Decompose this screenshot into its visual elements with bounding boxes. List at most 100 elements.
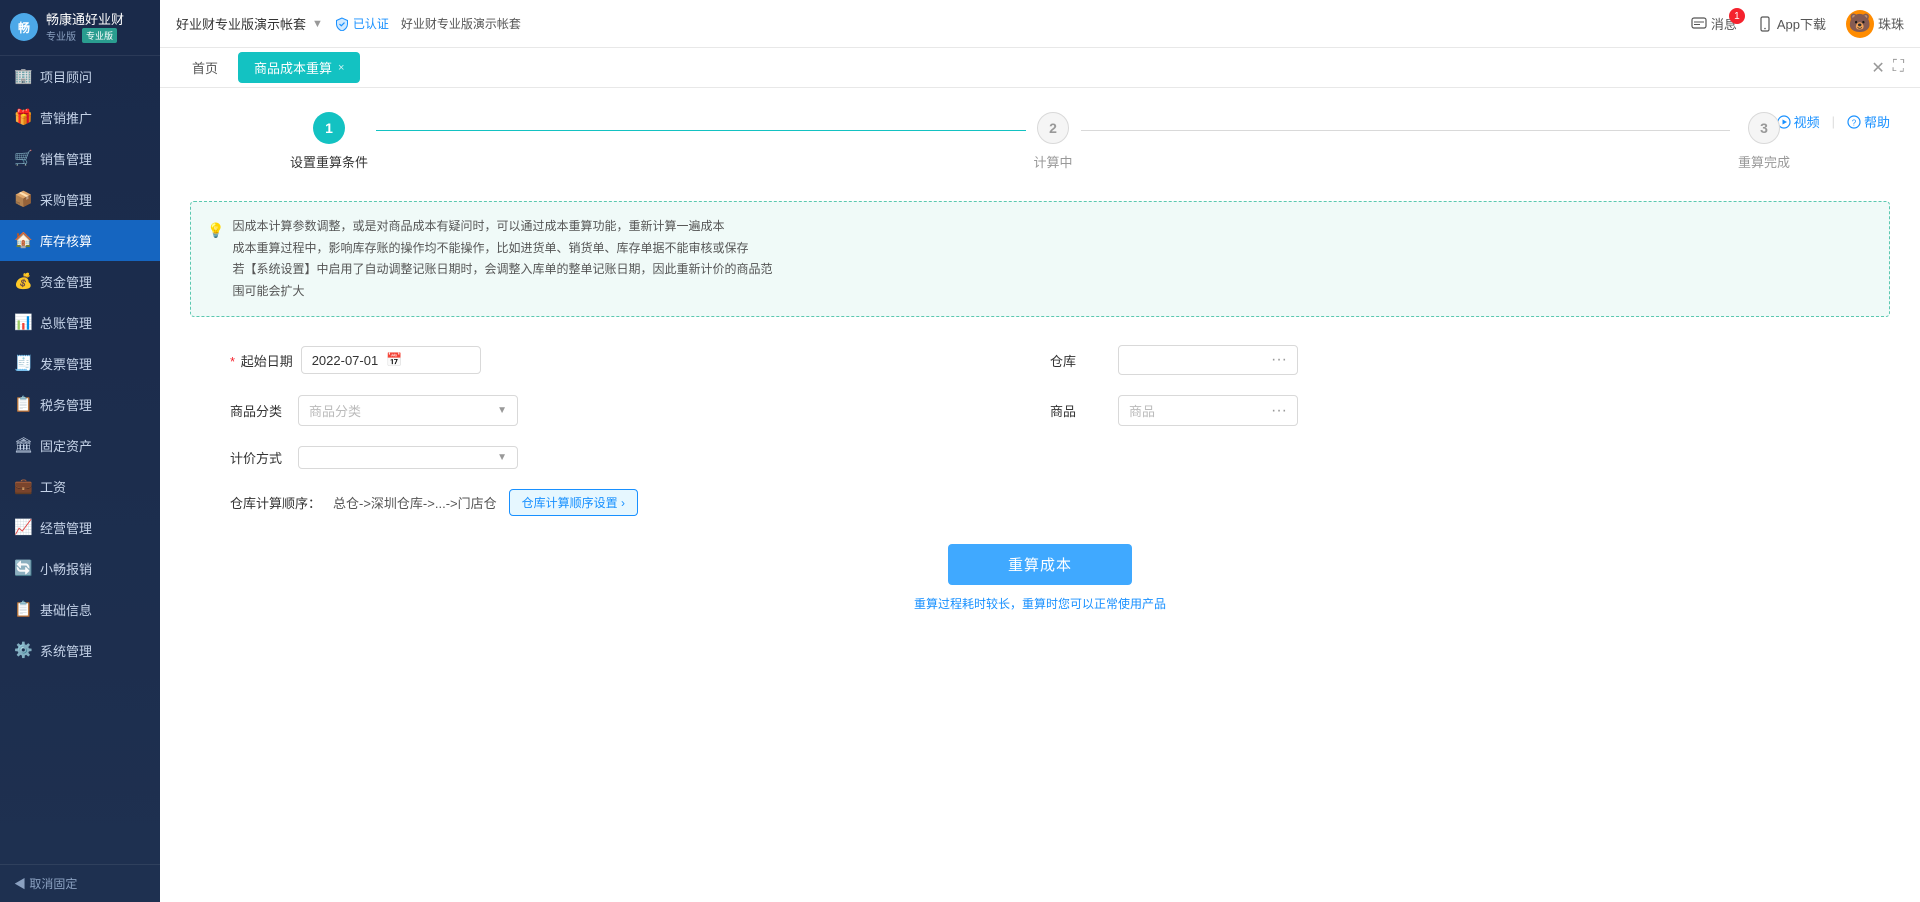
step-1-label: 设置重算条件 — [290, 152, 368, 171]
info-line-4: 围可能会扩大 — [232, 281, 772, 303]
sidebar-item-label: 税务管理 — [40, 395, 92, 414]
basic-icon: 📋 — [14, 600, 32, 618]
start-date-label: * 起始日期 — [230, 351, 293, 370]
step-1-number: 1 — [325, 120, 333, 136]
start-date-input[interactable]: 2022-07-01 📅 — [301, 346, 481, 374]
account-dropdown-arrow[interactable]: ▼ — [312, 18, 323, 30]
sidebar-logo: 畅 畅康通好业财 专业版 专业版 — [0, 0, 160, 56]
sales-icon: 🛒 — [14, 149, 32, 167]
info-line-1: 因成本计算参数调整，或是对商品成本有疑问时，可以通过成本重算功能，重新计算一遍成… — [232, 216, 772, 238]
form-section: * 起始日期 2022-07-01 📅 仓库 ··· — [190, 345, 1890, 516]
sidebar: 畅 畅康通好业财 专业版 专业版 🏢 项目顾问 🎁 营销推广 🛒 销售管理 📦 … — [0, 0, 160, 902]
warehouse-order-btn-label: 仓库计算顺序设置 › — [522, 494, 625, 511]
warehouse-order-setting-btn[interactable]: 仓库计算顺序设置 › — [509, 489, 638, 516]
help-label: 帮助 — [1864, 112, 1890, 131]
sidebar-item-label: 资金管理 — [40, 272, 92, 291]
accounting-icon: 📊 — [14, 313, 32, 331]
user-name: 珠珠 — [1878, 14, 1904, 33]
tab-home[interactable]: 首页 — [176, 52, 234, 83]
app-name: 畅康通好业财 — [46, 12, 124, 28]
sidebar-item-project[interactable]: 🏢 项目顾问 — [0, 56, 160, 97]
account-selector[interactable]: 好业财专业版演示帐套 ▼ — [176, 14, 323, 33]
operations-icon: 📈 — [14, 518, 32, 536]
form-row-3: 计价方式 ▼ — [230, 446, 1850, 469]
step-2: 2 计算中 — [1034, 112, 1073, 171]
sidebar-item-finance[interactable]: 💰 资金管理 — [0, 261, 160, 302]
sidebar-item-tax[interactable]: 📋 税务管理 — [0, 384, 160, 425]
sidebar-item-label: 总账管理 — [40, 313, 92, 332]
category-group: 商品分类 商品分类 ▼ — [230, 395, 1030, 426]
step-wizard: 1 设置重算条件 2 计算中 3 重算完成 — [190, 112, 1890, 171]
start-date-value: 2022-07-01 — [312, 353, 379, 368]
step-3-label: 重算完成 — [1738, 152, 1790, 171]
page-content: 1 设置重算条件 2 计算中 3 重算完成 — [160, 88, 1920, 902]
info-box: 💡 因成本计算参数调整，或是对商品成本有疑问时，可以通过成本重算功能，重新计算一… — [190, 201, 1890, 317]
topbar-right: 消息 1 App下载 🐻 珠珠 — [1691, 10, 1904, 38]
expand-window-btn[interactable]: ⛶ — [1893, 58, 1904, 78]
step-3: 3 重算完成 — [1738, 112, 1790, 171]
sidebar-item-purchase[interactable]: 📦 采购管理 — [0, 179, 160, 220]
tab-close-btn[interactable]: × — [338, 62, 344, 74]
verified-badge: 已认证 — [335, 15, 389, 32]
sidebar-unpin-btn[interactable]: ◀ 取消固定 — [0, 864, 160, 902]
sidebar-item-accounting[interactable]: 📊 总账管理 — [0, 302, 160, 343]
pricing-group: 计价方式 ▼ — [230, 446, 1030, 469]
logo-text-block: 畅康通好业财 专业版 专业版 — [46, 12, 124, 43]
close-window-btn[interactable]: ✕ — [1871, 58, 1884, 78]
sidebar-item-assets[interactable]: 🏛 固定资产 — [0, 425, 160, 466]
sidebar-item-label: 基础信息 — [40, 600, 92, 619]
category-dropdown-arrow: ▼ — [497, 405, 507, 416]
sidebar-item-marketing[interactable]: 🎁 营销推广 — [0, 97, 160, 138]
app-download-btn[interactable]: App下载 — [1757, 14, 1826, 33]
video-label: 视频 — [1794, 112, 1820, 131]
sidebar-item-system[interactable]: ⚙️ 系统管理 — [0, 630, 160, 671]
product-more-btn[interactable]: ··· — [1271, 402, 1287, 420]
shield-icon — [335, 17, 349, 31]
user-avatar: 🐻 — [1846, 10, 1874, 38]
sidebar-item-label: 小畅报销 — [40, 559, 92, 578]
pricing-select[interactable]: ▼ — [298, 446, 518, 469]
wizard-help: 视频 | ? 帮助 — [1777, 112, 1890, 131]
sidebar-item-basic[interactable]: 📋 基础信息 — [0, 589, 160, 630]
invoice-icon: 🧾 — [14, 354, 32, 372]
svg-text:?: ? — [1852, 118, 1857, 127]
sidebar-item-label: 项目顾问 — [40, 67, 92, 86]
tabs-actions: ✕ ⛶ — [1871, 58, 1904, 78]
step-1: 1 设置重算条件 — [290, 112, 368, 171]
message-btn[interactable]: 消息 1 — [1691, 14, 1737, 33]
tab-product-cost[interactable]: 商品成本重算 × — [238, 52, 360, 83]
sidebar-item-sales[interactable]: 🛒 销售管理 — [0, 138, 160, 179]
category-label: 商品分类 — [230, 401, 290, 420]
user-profile-btn[interactable]: 🐻 珠珠 — [1846, 10, 1904, 38]
sidebar-item-label: 库存核算 — [40, 231, 92, 250]
warehouse-input[interactable]: ··· — [1118, 345, 1298, 375]
app-download-label: App下载 — [1777, 14, 1826, 33]
verified-account-name: 好业财专业版演示帐套 — [401, 15, 521, 32]
form-row-1: * 起始日期 2022-07-01 📅 仓库 ··· — [230, 345, 1850, 375]
expense-icon: 🔄 — [14, 559, 32, 577]
pricing-label: 计价方式 — [230, 448, 290, 467]
sidebar-item-inventory[interactable]: 🏠 库存核算 — [0, 220, 160, 261]
product-label: 商品 — [1050, 401, 1110, 420]
warehouse-order-row: 仓库计算顺序： 总仓->深圳仓库->...->门店仓 仓库计算顺序设置 › — [230, 489, 1850, 516]
calendar-icon[interactable]: 📅 — [386, 352, 402, 368]
warehouse-group: 仓库 ··· — [1050, 345, 1850, 375]
app-edition: 专业版 — [46, 28, 76, 43]
sidebar-item-invoice[interactable]: 🧾 发票管理 — [0, 343, 160, 384]
system-icon: ⚙️ — [14, 641, 32, 659]
sidebar-item-payroll[interactable]: 💼 工资 — [0, 466, 160, 507]
product-input[interactable]: 商品 ··· — [1118, 395, 1298, 426]
sidebar-item-expense[interactable]: 🔄 小畅报销 — [0, 548, 160, 589]
help-link[interactable]: ? 帮助 — [1847, 112, 1890, 131]
start-date-group: * 起始日期 2022-07-01 📅 — [230, 346, 1030, 374]
warehouse-more-btn[interactable]: ··· — [1271, 351, 1287, 369]
sidebar-item-label: 固定资产 — [40, 436, 92, 455]
sidebar-item-operations[interactable]: 📈 经营管理 — [0, 507, 160, 548]
divider: | — [1832, 112, 1835, 131]
project-icon: 🏢 — [14, 67, 32, 85]
warehouse-label: 仓库 — [1050, 351, 1110, 370]
recalc-btn[interactable]: 重算成本 — [948, 544, 1132, 585]
category-select[interactable]: 商品分类 ▼ — [298, 395, 518, 426]
product-group: 商品 商品 ··· — [1050, 395, 1850, 426]
step-2-label: 计算中 — [1034, 152, 1073, 171]
